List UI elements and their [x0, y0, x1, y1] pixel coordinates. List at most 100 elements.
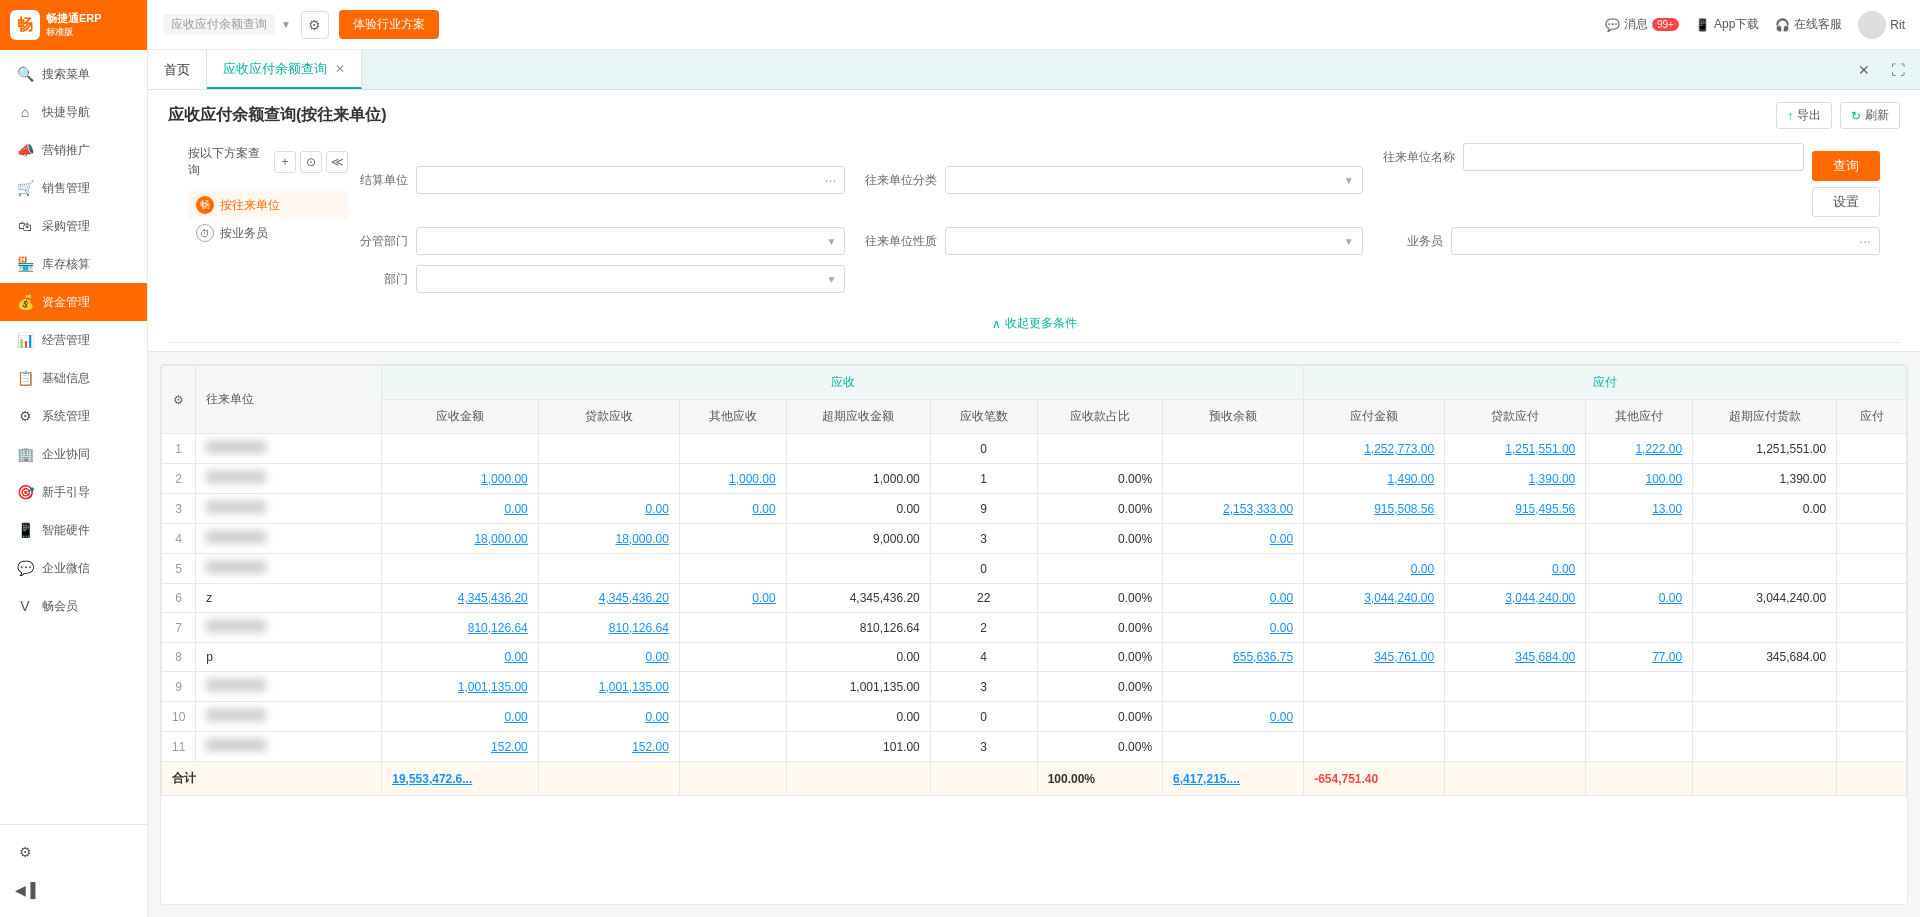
more-scheme-btn[interactable]: ≪ — [326, 151, 348, 173]
sidebar-item-guide[interactable]: 🎯 新手引导 — [0, 473, 147, 511]
tab-home[interactable]: 首页 — [148, 50, 207, 89]
tab-balance-query[interactable]: 应收应付余额查询 ✕ — [207, 50, 362, 89]
filter-grid: 结算单位 ··· 往来单位分类 ▼ — [348, 137, 1880, 293]
th-ap-amount: 应付金额 — [1304, 400, 1445, 434]
row-ar-overdue: 4,345,436.20 — [786, 584, 930, 613]
sub-dept-input[interactable]: ▼ — [416, 265, 845, 293]
sidebar-item-corp[interactable]: 🏢 企业协同 — [0, 435, 147, 473]
sidebar-item-sales[interactable]: 🛒 销售管理 — [0, 169, 147, 207]
row-partner — [196, 464, 382, 494]
operations-icon: 📊 — [16, 331, 34, 349]
row-ap-balance — [1837, 584, 1907, 613]
sidebar-item-search[interactable]: 🔍 搜索菜单 — [0, 55, 147, 93]
filter-by-unit[interactable]: 畅 按往来单位 — [188, 191, 348, 219]
footer-ap-amount: -654,751.40 — [1304, 762, 1445, 796]
row-ar-other — [679, 672, 786, 702]
sidebar-item-finance[interactable]: 💰 资金管理 — [0, 283, 147, 321]
row-ap-amount: 915,508.56 — [1304, 494, 1445, 524]
filter-dept: 分管部门 ▼ — [348, 227, 845, 255]
row-ar-overdue — [786, 554, 930, 584]
dept-input[interactable]: ▼ — [416, 227, 845, 255]
row-partner — [196, 672, 382, 702]
edit-scheme-btn[interactable]: ⊙ — [300, 151, 322, 173]
row-ap-loan: 915,495.56 — [1445, 494, 1586, 524]
tab-close-icon[interactable]: ✕ — [335, 62, 345, 76]
row-ar-count: 3 — [930, 672, 1037, 702]
footer-ap-overdue — [1693, 762, 1837, 796]
row-ar-prepay: 2,153,333.00 — [1163, 494, 1304, 524]
search-icon: 🔍 — [16, 65, 34, 83]
row-ap-amount: 1,252,773.00 — [1304, 434, 1445, 464]
unit-nature-input[interactable]: ▼ — [945, 227, 1362, 255]
by-employee-icon: ⏱ — [196, 224, 214, 242]
sidebar-item-settings[interactable]: ⚙ — [0, 833, 147, 871]
footer-ar-ratio: 100.00% — [1037, 762, 1162, 796]
th-settings[interactable]: ⚙ — [162, 366, 196, 434]
row-ar-other — [679, 554, 786, 584]
sidebar-item-member[interactable]: V 畅会员 — [0, 587, 147, 625]
row-ap-amount — [1304, 702, 1445, 732]
tab-expand[interactable]: ⛶ — [1886, 58, 1910, 82]
sidebar-item-hardware[interactable]: 📱 智能硬件 — [0, 511, 147, 549]
filter-by-employee[interactable]: ⏱ 按业务员 — [188, 219, 348, 247]
sidebar-item-warehouse[interactable]: 🏪 库存核算 — [0, 245, 147, 283]
table-footer: 合计 19,553,472.6... 100.00% 6,417,215....… — [162, 762, 1907, 796]
sidebar-item-operations[interactable]: 📊 经营管理 — [0, 321, 147, 359]
user-area[interactable]: Rit — [1858, 11, 1905, 39]
sidebar-item-purchase[interactable]: 🛍 采购管理 — [0, 207, 147, 245]
app-download-action[interactable]: 📱 App下载 — [1695, 16, 1759, 33]
export-button[interactable]: ↑ 导出 — [1776, 102, 1832, 129]
online-service-action[interactable]: 🎧 在线客服 — [1775, 16, 1842, 33]
filter-unit-nature: 往来单位性质 ▼ — [865, 227, 1362, 255]
sidebar-item-marketing[interactable]: 📣 营销推广 — [0, 131, 147, 169]
footer-ar-prepay[interactable]: 6,417,215.... — [1163, 762, 1304, 796]
row-num: 9 — [162, 672, 196, 702]
footer-ar-amount[interactable]: 19,553,472.6... — [382, 762, 539, 796]
query-button[interactable]: 查询 — [1812, 151, 1880, 181]
row-ar-prepay: 0.00 — [1163, 613, 1304, 643]
sidebar-item-system[interactable]: ⚙ 系统管理 — [0, 397, 147, 435]
set-button[interactable]: 设置 — [1812, 187, 1880, 217]
row-ar-amount: 1,001,135.00 — [382, 672, 539, 702]
collapse-more-btn[interactable]: ∧ 收起更多条件 — [992, 309, 1077, 338]
trial-button[interactable]: 体验行业方案 — [339, 10, 439, 39]
gear-button[interactable]: ⚙ — [301, 11, 329, 39]
row-ar-other — [679, 434, 786, 464]
row-partner — [196, 494, 382, 524]
row-ap-overdue — [1693, 672, 1837, 702]
row-ap-loan — [1445, 524, 1586, 554]
table-row: 1 0 1,252,773.00 1,251,551.00 1,222.00 1… — [162, 434, 1907, 464]
footer-ar-overdue — [786, 762, 930, 796]
row-ap-other: 77.00 — [1586, 643, 1693, 672]
row-ar-ratio: 0.00% — [1037, 672, 1162, 702]
row-partner — [196, 434, 382, 464]
row-partner — [196, 732, 382, 762]
unit-name-input[interactable] — [1463, 143, 1804, 171]
table-wrapper[interactable]: ⚙ 往来单位 应收 应付 应收金额 贷款应收 其他应收 超期应收金额 应收笔数 — [160, 364, 1908, 905]
row-ar-count: 3 — [930, 524, 1037, 554]
salesperson-input[interactable]: ··· — [1451, 227, 1880, 255]
filter-sub-dept: 部门 ▼ — [348, 265, 845, 293]
row-ar-overdue: 810,126.64 — [786, 613, 930, 643]
table-row: 10 0.00 0.00 0.00 0 0.00% 0.00 — [162, 702, 1907, 732]
sales-icon: 🛒 — [16, 179, 34, 197]
table-row: 6 z 4,345,436.20 4,345,436.20 0.00 4,345… — [162, 584, 1907, 613]
row-ap-other — [1586, 613, 1693, 643]
sidebar-item-basic[interactable]: 📋 基础信息 — [0, 359, 147, 397]
messages-action[interactable]: 💬 消息 99+ — [1605, 16, 1679, 33]
tab-close-window[interactable]: ✕ — [1852, 58, 1876, 82]
add-scheme-btn[interactable]: + — [274, 151, 296, 173]
unit-category-input[interactable]: ▼ — [945, 166, 1362, 194]
footer-ar-other — [679, 762, 786, 796]
sidebar-item-quick-nav[interactable]: ⌂ 快捷导航 — [0, 93, 147, 131]
footer-ap-other — [1586, 762, 1693, 796]
sidebar-item-collapse[interactable]: ◀▐ — [0, 871, 147, 909]
settlement-unit-input[interactable]: ··· — [416, 166, 845, 194]
sidebar-item-wechat[interactable]: 💬 企业微信 — [0, 549, 147, 587]
refresh-button[interactable]: ↻ 刷新 — [1840, 102, 1900, 129]
row-ap-amount: 0.00 — [1304, 554, 1445, 584]
row-ap-overdue — [1693, 554, 1837, 584]
row-ar-amount: 18,000.00 — [382, 524, 539, 554]
row-ap-amount — [1304, 524, 1445, 554]
tab-bar: 首页 应收应付余额查询 ✕ ✕ ⛶ — [148, 50, 1920, 90]
